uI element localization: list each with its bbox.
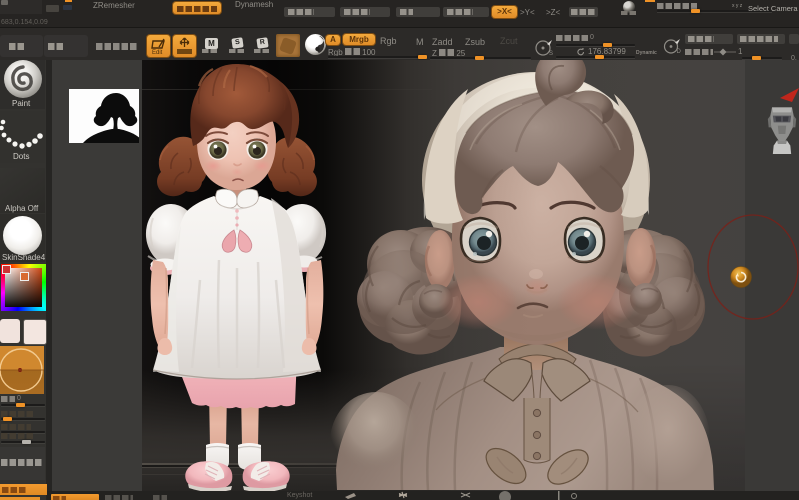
svg-text:D: D <box>677 49 682 55</box>
svg-text:S: S <box>549 51 553 57</box>
svg-text:Edit: Edit <box>152 50 163 56</box>
